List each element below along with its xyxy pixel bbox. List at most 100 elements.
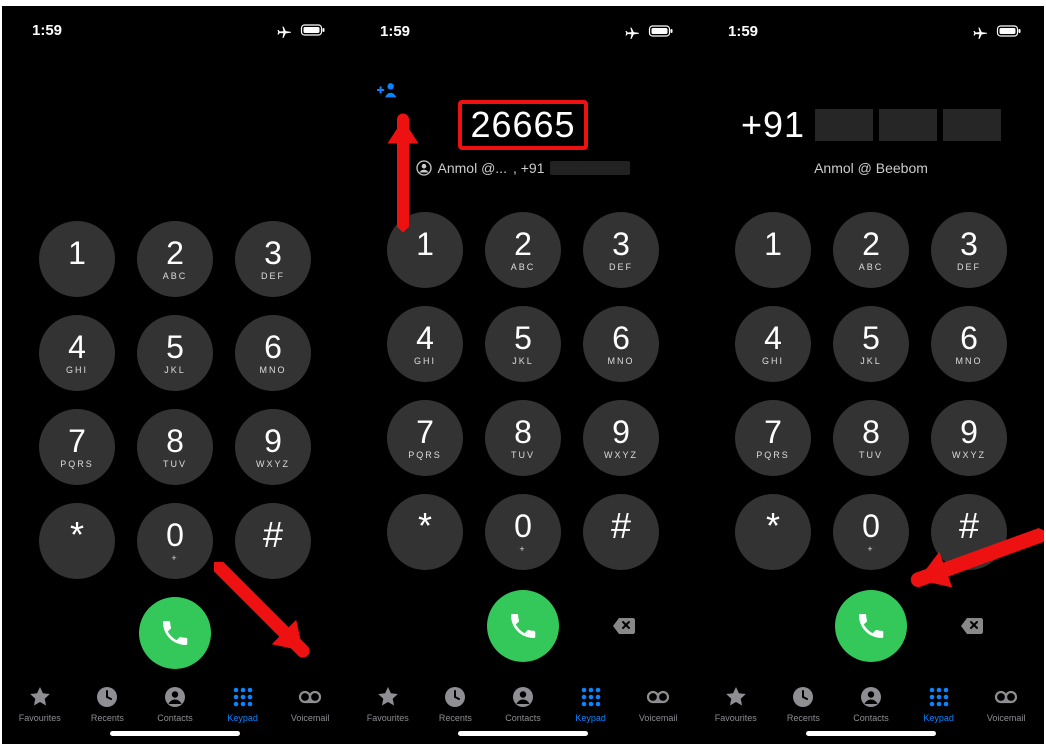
tab-favourites[interactable]: Favourites — [8, 685, 72, 723]
key-4[interactable]: 4 GHI — [387, 306, 463, 382]
tab-favourites[interactable]: Favourites — [356, 685, 420, 723]
key-*[interactable]: * — [39, 503, 115, 579]
tab-recents[interactable]: Recents — [75, 685, 139, 723]
key-letters: DEF — [609, 262, 633, 272]
key-8[interactable]: 8 TUV — [137, 409, 213, 485]
key-digit: 7 — [764, 416, 782, 448]
tab-voicemail[interactable]: Voicemail — [278, 685, 342, 723]
key-2[interactable]: 2 ABC — [485, 212, 561, 288]
key-digit: 0 — [862, 510, 880, 542]
tab-favourites[interactable]: Favourites — [704, 685, 768, 723]
call-row — [698, 588, 1044, 664]
key-letters: TUV — [511, 450, 535, 460]
tab-label: Recents — [91, 713, 124, 723]
key-4[interactable]: 4 GHI — [39, 315, 115, 391]
home-indicator[interactable] — [458, 731, 588, 736]
tab-label: Recents — [787, 713, 820, 723]
tab-label: Keypad — [227, 713, 258, 723]
key-7[interactable]: 7 PQRS — [39, 409, 115, 485]
redacted-number — [815, 109, 1001, 141]
key-letters: WXYZ — [952, 450, 986, 460]
star-icon — [28, 685, 52, 709]
key-0[interactable]: 0 + — [833, 494, 909, 570]
home-indicator[interactable] — [806, 731, 936, 736]
tab-keypad[interactable]: Keypad — [559, 685, 623, 723]
tab-label: Favourites — [367, 713, 409, 723]
tab-voicemail[interactable]: Voicemail — [974, 685, 1038, 723]
key-4[interactable]: 4 GHI — [735, 306, 811, 382]
tab-label: Favourites — [715, 713, 757, 723]
key-digit: 3 — [612, 228, 630, 260]
key-8[interactable]: 8 TUV — [833, 400, 909, 476]
key-5[interactable]: 5 JKL — [833, 306, 909, 382]
key-1[interactable]: 1 — [735, 212, 811, 288]
key-#[interactable]: # — [583, 494, 659, 570]
key-#[interactable]: # — [235, 503, 311, 579]
key-2[interactable]: 2 ABC — [137, 221, 213, 297]
key-digit: 0 — [514, 510, 532, 542]
key-3[interactable]: 3 DEF — [583, 212, 659, 288]
contact-suggestion[interactable]: Anmol @... , +91 — [416, 160, 631, 176]
key-6[interactable]: 6 MNO — [583, 306, 659, 382]
key-7[interactable]: 7 PQRS — [387, 400, 463, 476]
number-display — [2, 44, 348, 166]
key-3[interactable]: 3 DEF — [931, 212, 1007, 288]
key-#[interactable]: # — [931, 494, 1007, 570]
contact-name[interactable]: Anmol @ Beebom — [814, 160, 928, 176]
key-*[interactable]: * — [735, 494, 811, 570]
key-3[interactable]: 3 DEF — [235, 221, 311, 297]
key-digit: 5 — [514, 322, 532, 354]
key-5[interactable]: 5 JKL — [137, 315, 213, 391]
key-9[interactable]: 9 WXYZ — [583, 400, 659, 476]
keypad-icon — [927, 685, 951, 709]
tab-keypad[interactable]: Keypad — [907, 685, 971, 723]
add-contact-icon[interactable] — [376, 80, 398, 100]
tab-label: Contacts — [505, 713, 541, 723]
call-row — [350, 588, 696, 664]
key-digit: * — [418, 508, 432, 544]
tab-contacts[interactable]: Contacts — [839, 685, 903, 723]
home-indicator[interactable] — [110, 731, 240, 736]
dialed-number: +91 — [741, 104, 805, 146]
tab-bar: Favourites Recents Contacts Keypad Voice… — [698, 665, 1044, 727]
tab-voicemail[interactable]: Voicemail — [626, 685, 690, 723]
tab-contacts[interactable]: Contacts — [143, 685, 207, 723]
key-1[interactable]: 1 — [387, 212, 463, 288]
call-button[interactable] — [487, 590, 559, 662]
tab-keypad[interactable]: Keypad — [211, 685, 275, 723]
phone-screen-1: 1:59 1 2 ABC 3 DEF 4 GHI 5 JKL 6 — [2, 6, 348, 744]
key-7[interactable]: 7 PQRS — [735, 400, 811, 476]
key-1[interactable]: 1 — [39, 221, 115, 297]
key-2[interactable]: 2 ABC — [833, 212, 909, 288]
key-digit: 2 — [862, 228, 880, 260]
key-0[interactable]: 0 + — [485, 494, 561, 570]
backspace-button[interactable] — [954, 614, 988, 638]
key-6[interactable]: 6 MNO — [931, 306, 1007, 382]
key-digit: 8 — [166, 425, 184, 457]
tab-recents[interactable]: Recents — [423, 685, 487, 723]
key-digit: 1 — [68, 237, 86, 269]
key-*[interactable]: * — [387, 494, 463, 570]
tab-bar: Favourites Recents Contacts Keypad Voice… — [2, 669, 348, 728]
tab-recents[interactable]: Recents — [771, 685, 835, 723]
key-0[interactable]: 0 + — [137, 503, 213, 579]
key-5[interactable]: 5 JKL — [485, 306, 561, 382]
person-icon — [416, 160, 432, 176]
key-letters: PQRS — [408, 450, 442, 460]
key-digit: 6 — [264, 331, 282, 363]
tab-contacts[interactable]: Contacts — [491, 685, 555, 723]
status-time: 1:59 — [32, 22, 62, 39]
call-button[interactable] — [139, 597, 211, 669]
clock-icon — [443, 685, 467, 709]
status-bar: 1:59 — [2, 6, 348, 44]
voicemail-icon — [298, 685, 322, 709]
battery-icon — [300, 23, 326, 37]
call-button[interactable] — [835, 590, 907, 662]
key-9[interactable]: 9 WXYZ — [235, 409, 311, 485]
key-9[interactable]: 9 WXYZ — [931, 400, 1007, 476]
backspace-button[interactable] — [606, 614, 640, 638]
status-bar: 1:59 — [350, 6, 696, 46]
key-8[interactable]: 8 TUV — [485, 400, 561, 476]
key-6[interactable]: 6 MNO — [235, 315, 311, 391]
key-digit: 0 — [166, 519, 184, 551]
